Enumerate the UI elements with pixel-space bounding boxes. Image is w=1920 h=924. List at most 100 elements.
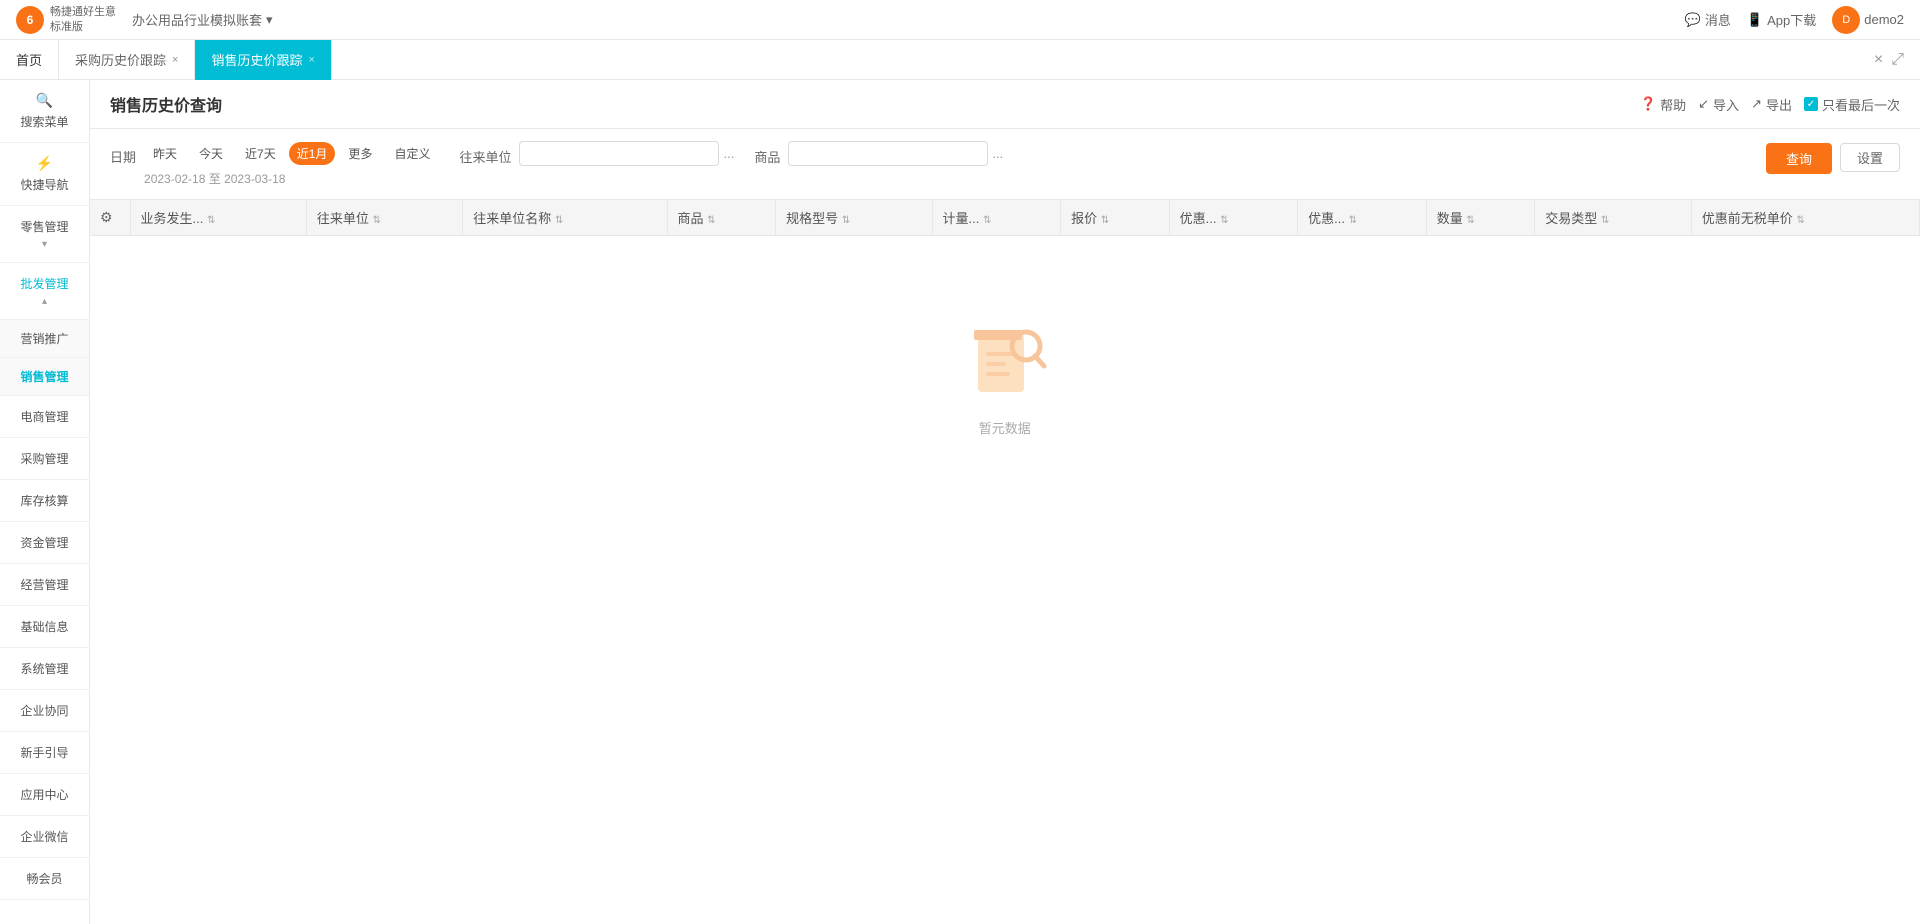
- avatar: D: [1832, 6, 1860, 34]
- sort-icon-partner-code[interactable]: ⇅: [372, 215, 380, 226]
- gear-icon[interactable]: ⚙: [100, 209, 113, 225]
- goods-filter-group: 商品 ...: [754, 141, 1003, 166]
- sort-icon-unit[interactable]: ⇅: [983, 215, 991, 226]
- main-layout: 🔍 搜索菜单 ⚡ 快捷导航 零售管理 ▾ 批发管理 ▴ 营销推广 销售管理 电商…: [0, 80, 1920, 924]
- sort-icon-pre-tax[interactable]: ⇅: [1796, 215, 1804, 226]
- goods-select-icon[interactable]: ...: [992, 146, 1003, 161]
- goods-input-group: ...: [788, 141, 1003, 166]
- tab-home[interactable]: 首页: [0, 40, 59, 80]
- sidebar-item-wholesale-mgmt[interactable]: 批发管理 ▴: [0, 263, 89, 320]
- empty-illustration: [960, 316, 1050, 406]
- partner-input-group: ...: [519, 141, 734, 166]
- chevron-up-icon: ▴: [42, 296, 47, 307]
- filter-actions: 查询 设置: [1766, 141, 1900, 174]
- messages-button[interactable]: 💬 消息: [1685, 10, 1731, 29]
- tab-bar-actions: × ⤢: [1874, 51, 1920, 69]
- table-container: ⚙ 业务发生... ⇅ 往来单位 ⇅ 往来单位名称 ⇅: [90, 200, 1920, 924]
- content-area: 销售历史价查询 ❓ 帮助 ↙ 导入 ↗ 导出 ✓ 只看最后一次: [90, 80, 1920, 924]
- help-button[interactable]: ❓ 帮助: [1640, 95, 1686, 114]
- fullscreen-button[interactable]: ⤢: [1891, 51, 1904, 69]
- date-btn-7days[interactable]: 近7天: [236, 141, 285, 166]
- user-menu[interactable]: D demo2: [1832, 6, 1904, 34]
- tab-purchase-history-close[interactable]: ×: [172, 54, 178, 66]
- col-goods: 商品 ⇅: [667, 200, 776, 236]
- date-btn-today[interactable]: 今天: [190, 141, 232, 166]
- import-button[interactable]: ↙ 导入: [1698, 95, 1739, 114]
- sidebar-item-finance[interactable]: 资金管理: [0, 522, 89, 564]
- sidebar-sub-item-marketing[interactable]: 营销推广: [0, 320, 89, 358]
- goods-input[interactable]: [788, 141, 988, 166]
- filter-bar: 日期 昨天 今天 近7天 近1月 更多 自定义 2023-02-18 至 202…: [90, 129, 1920, 200]
- settings-button[interactable]: 设置: [1840, 143, 1900, 172]
- col-partner-code: 往来单位 ⇅: [306, 200, 462, 236]
- date-btn-yesterday[interactable]: 昨天: [144, 141, 186, 166]
- sidebar-item-system-mgmt[interactable]: 系统管理: [0, 648, 89, 690]
- tab-sales-history-close[interactable]: ×: [308, 54, 314, 66]
- logo-area: 6 畅捷通好生意 标准版: [16, 5, 116, 34]
- empty-state-row: 暂元数据: [90, 236, 1920, 518]
- app-selector[interactable]: 办公用品行业模拟账套 ▾: [124, 6, 281, 33]
- col-pre-tax: 优惠前无税单价 ⇅: [1691, 200, 1919, 236]
- partner-select-icon[interactable]: ...: [723, 146, 734, 161]
- date-filter-label: 日期: [110, 141, 136, 166]
- sort-icon-txn-type[interactable]: ⇅: [1601, 215, 1609, 226]
- sidebar-item-basic-info[interactable]: 基础信息: [0, 606, 89, 648]
- sort-icon-discount2[interactable]: ⇅: [1349, 215, 1357, 226]
- col-txn-type: 交易类型 ⇅: [1535, 200, 1691, 236]
- date-btn-custom[interactable]: 自定义: [385, 141, 439, 166]
- top-bar: 6 畅捷通好生意 标准版 办公用品行业模拟账套 ▾ 💬 消息 📱 App下载 D…: [0, 0, 1920, 40]
- sidebar-item-ecom-mgmt[interactable]: 电商管理: [0, 396, 89, 438]
- sidebar-sub-item-sales-mgmt[interactable]: 销售管理: [0, 358, 89, 396]
- sidebar-item-member[interactable]: 畅会员: [0, 858, 89, 900]
- sidebar-item-corp-wechat[interactable]: 企业微信: [0, 816, 89, 858]
- empty-text: 暂元数据: [979, 418, 1031, 437]
- sort-icon-discount1[interactable]: ⇅: [1220, 215, 1228, 226]
- query-button[interactable]: 查询: [1766, 143, 1832, 174]
- sidebar-item-quick-nav[interactable]: ⚡ 快捷导航: [0, 143, 89, 206]
- col-gear: ⚙: [90, 200, 130, 236]
- sidebar-item-purchase-mgmt[interactable]: 采购管理: [0, 438, 89, 480]
- col-discount2: 优惠... ⇅: [1298, 200, 1427, 236]
- date-range-display: 2023-02-18 至 2023-03-18: [144, 170, 439, 187]
- sidebar-item-operations[interactable]: 经营管理: [0, 564, 89, 606]
- sidebar-item-search-menu[interactable]: 🔍 搜索菜单: [0, 80, 89, 143]
- sort-icon-biz-date[interactable]: ⇅: [207, 215, 215, 226]
- export-icon: ↗: [1751, 96, 1762, 112]
- only-last-checkbox[interactable]: ✓ 只看最后一次: [1804, 95, 1900, 114]
- col-unit: 计量... ⇅: [932, 200, 1061, 236]
- checkbox-icon: ✓: [1804, 97, 1818, 111]
- empty-icon: [960, 316, 1050, 406]
- sidebar-item-retail-mgmt[interactable]: 零售管理 ▾: [0, 206, 89, 263]
- goods-filter-label: 商品: [754, 141, 780, 166]
- col-quote: 报价 ⇅: [1061, 200, 1170, 236]
- top-bar-right: 💬 消息 📱 App下载 D demo2: [1685, 6, 1904, 34]
- sort-icon-partner-name[interactable]: ⇅: [555, 215, 563, 226]
- sidebar-item-app-center[interactable]: 应用中心: [0, 774, 89, 816]
- sort-icon-quote[interactable]: ⇅: [1101, 215, 1109, 226]
- sidebar-item-inventory[interactable]: 库存核算: [0, 480, 89, 522]
- sort-icon-goods[interactable]: ⇅: [707, 215, 715, 226]
- sort-icon-spec[interactable]: ⇅: [842, 215, 850, 226]
- tab-sales-history[interactable]: 销售历史价跟踪 ×: [195, 40, 331, 80]
- table-body: 暂元数据: [90, 236, 1920, 518]
- col-discount1: 优惠... ⇅: [1169, 200, 1298, 236]
- data-table: ⚙ 业务发生... ⇅ 往来单位 ⇅ 往来单位名称 ⇅: [90, 200, 1920, 517]
- app-download-button[interactable]: 📱 App下载: [1747, 10, 1816, 29]
- partner-filter-label: 往来单位: [459, 141, 511, 166]
- empty-state: 暂元数据: [90, 236, 1920, 517]
- sidebar-item-newbie-guide[interactable]: 新手引导: [0, 732, 89, 774]
- logo-icon: 6: [16, 6, 44, 34]
- chevron-down-icon: ▾: [42, 239, 47, 250]
- export-button[interactable]: ↗ 导出: [1751, 95, 1792, 114]
- close-all-tabs-button[interactable]: ×: [1874, 51, 1883, 69]
- sidebar-item-corp-agreement[interactable]: 企业协同: [0, 690, 89, 732]
- search-icon: 🔍: [36, 92, 53, 109]
- date-filter-options: 昨天 今天 近7天 近1月 更多 自定义 2023-02-18 至 2023-0…: [144, 141, 439, 187]
- partner-input[interactable]: [519, 141, 719, 166]
- date-btn-more[interactable]: 更多: [339, 141, 381, 166]
- date-btn-1month[interactable]: 近1月: [289, 142, 336, 165]
- sort-icon-qty[interactable]: ⇅: [1466, 215, 1474, 226]
- chevron-down-icon: ▾: [266, 12, 273, 28]
- col-biz-date: 业务发生... ⇅: [130, 200, 306, 236]
- tab-purchase-history[interactable]: 采购历史价跟踪 ×: [59, 40, 195, 80]
